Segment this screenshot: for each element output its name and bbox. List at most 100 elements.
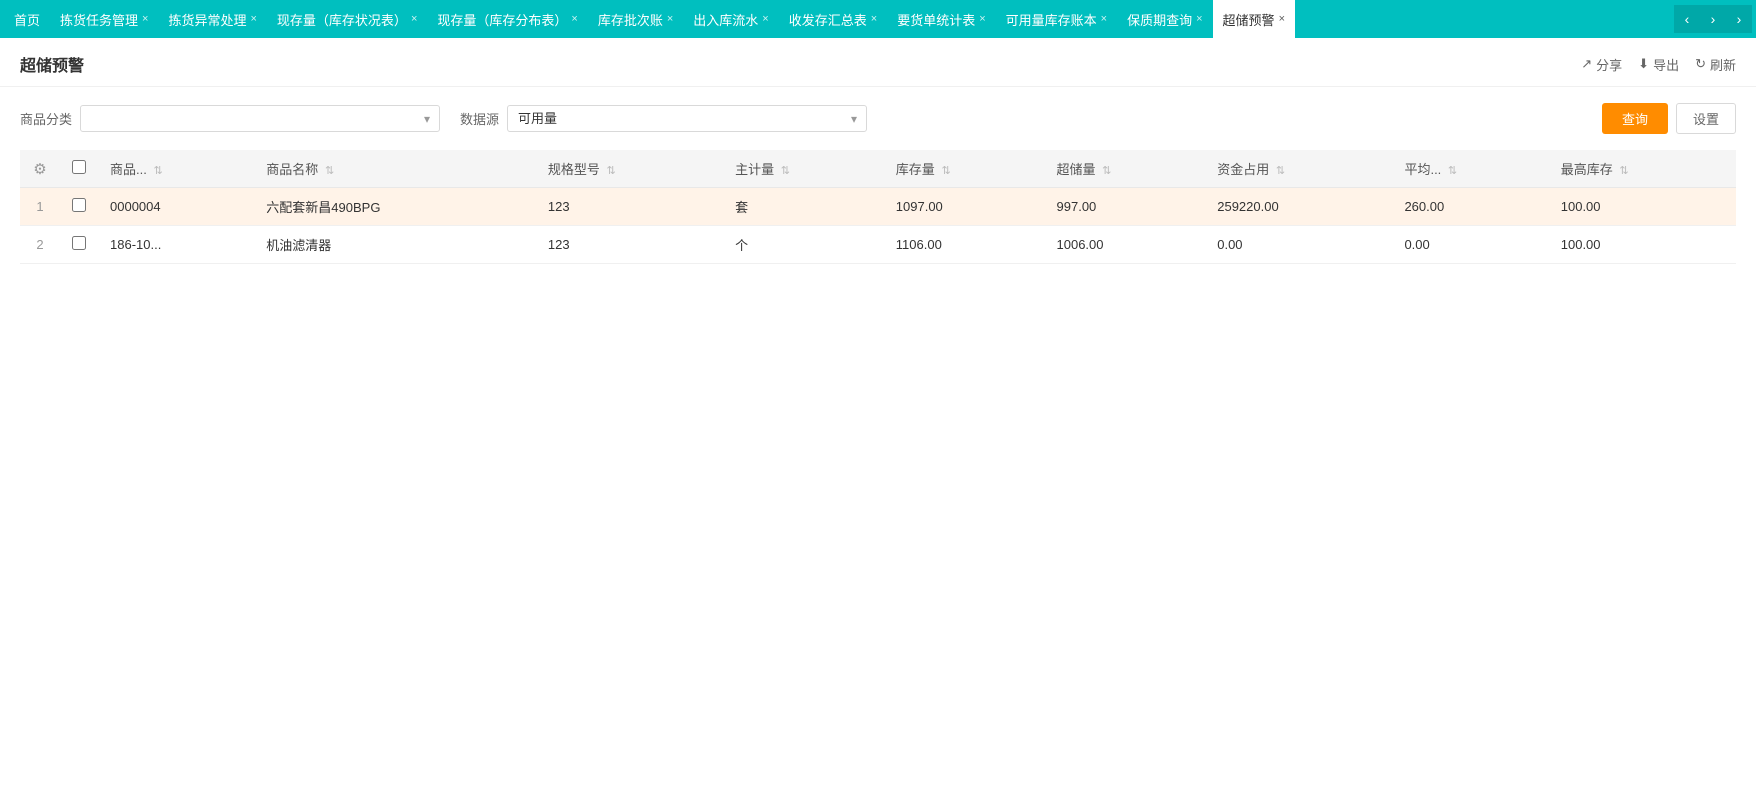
cell-product-code: 186-10... — [98, 226, 254, 264]
datasource-select-wrapper: 可用量 ▾ — [507, 105, 867, 132]
category-select-wrapper: ▾ — [80, 105, 440, 132]
nav-tab-collect-summary[interactable]: 收发存汇总表 × — [779, 0, 887, 38]
col-header-gear: ⚙ — [20, 150, 60, 188]
page-header: 超储预警 ↗ 分享 ⬇ 导出 ↻ 刷新 — [0, 38, 1756, 87]
cell-inventory: 1106.00 — [884, 226, 1045, 264]
sort-icon: ⇅ — [1276, 165, 1285, 177]
cell-max-stock: 100.00 — [1549, 226, 1736, 264]
nav-tab-abnormal[interactable]: 拣货异常处理 × — [158, 0, 266, 38]
close-icon[interactable]: × — [871, 13, 877, 25]
cell-capital-usage: 0.00 — [1205, 226, 1392, 264]
close-icon[interactable]: × — [411, 13, 417, 25]
data-table: ⚙ 商品... ⇅ 商品名称 ⇅ 规格型号 ⇅ — [20, 150, 1736, 264]
row-checkbox-cell — [60, 188, 98, 226]
category-select[interactable] — [80, 105, 440, 132]
cell-avg: 0.00 — [1392, 226, 1548, 264]
close-icon[interactable]: × — [762, 13, 768, 25]
sort-icon: ⇅ — [153, 165, 162, 177]
cell-spec: 123 — [536, 188, 723, 226]
sort-icon: ⇅ — [607, 165, 616, 177]
cell-spec: 123 — [536, 226, 723, 264]
nav-tab-quality-period[interactable]: 保质期查询 × — [1117, 0, 1212, 38]
sort-icon: ⇅ — [1102, 165, 1111, 177]
nav-tab-batch-account[interactable]: 库存批次账 × — [588, 0, 683, 38]
refresh-button[interactable]: ↻ 刷新 — [1695, 55, 1736, 74]
page-title: 超储预警 — [20, 52, 84, 76]
col-header-product-name[interactable]: 商品名称 ⇅ — [254, 150, 536, 188]
category-label: 商品分类 — [20, 109, 72, 128]
cell-over-storage: 997.00 — [1045, 188, 1206, 226]
row-checkbox[interactable] — [72, 236, 86, 250]
nav-arrows: ‹ › › — [1674, 5, 1752, 33]
cell-capital-usage: 259220.00 — [1205, 188, 1392, 226]
header-actions: ↗ 分享 ⬇ 导出 ↻ 刷新 — [1581, 55, 1736, 74]
col-header-over-storage[interactable]: 超储量 ⇅ — [1045, 150, 1206, 188]
cell-max-stock: 100.00 — [1549, 188, 1736, 226]
nav-more-button[interactable]: › — [1726, 5, 1752, 33]
share-icon: ↗ — [1581, 56, 1592, 72]
table-container: ⚙ 商品... ⇅ 商品名称 ⇅ 规格型号 ⇅ — [0, 150, 1756, 264]
close-icon[interactable]: × — [250, 13, 256, 25]
nav-tab-inout-flow[interactable]: 出入库流水 × — [683, 0, 778, 38]
refresh-icon: ↻ — [1695, 56, 1706, 72]
close-icon[interactable]: × — [142, 13, 148, 25]
datasource-select[interactable]: 可用量 — [507, 105, 867, 132]
nav-tab-home[interactable]: 首页 — [4, 0, 50, 38]
close-icon[interactable]: × — [1101, 13, 1107, 25]
cell-over-storage: 1006.00 — [1045, 226, 1206, 264]
share-button[interactable]: ↗ 分享 — [1581, 55, 1622, 74]
nav-tab-order-stats[interactable]: 要货单统计表 × — [887, 0, 995, 38]
query-button[interactable]: 查询 — [1602, 103, 1668, 134]
page-content: 超储预警 ↗ 分享 ⬇ 导出 ↻ 刷新 商品分类 ▾ — [0, 38, 1756, 800]
settings-button[interactable]: 设置 — [1676, 103, 1736, 134]
row-index: 2 — [20, 226, 60, 264]
col-header-max-stock[interactable]: 最高库存 ⇅ — [1549, 150, 1736, 188]
table-row: 2 186-10... 机油滤清器 123 个 1106.00 1006.00 … — [20, 226, 1736, 264]
cell-unit: 套 — [723, 188, 884, 226]
cell-product-name: 机油滤清器 — [254, 226, 536, 264]
col-header-checkbox — [60, 150, 98, 188]
nav-tab-inventory-dist[interactable]: 现存量（库存分布表） × — [427, 0, 587, 38]
row-checkbox[interactable] — [72, 198, 86, 212]
sort-icon: ⇅ — [1619, 165, 1628, 177]
table-header-row: ⚙ 商品... ⇅ 商品名称 ⇅ 规格型号 ⇅ — [20, 150, 1736, 188]
col-header-product-code[interactable]: 商品... ⇅ — [98, 150, 254, 188]
filter-bar: 商品分类 ▾ 数据源 可用量 ▾ 查询 设置 — [0, 87, 1756, 150]
gear-icon[interactable]: ⚙ — [33, 161, 46, 178]
table-row: 1 0000004 六配套新昌490BPG 123 套 1097.00 997.… — [20, 188, 1736, 226]
nav-tab-over-storage[interactable]: 超储预警 × — [1213, 0, 1295, 38]
col-header-inventory[interactable]: 库存量 ⇅ — [884, 150, 1045, 188]
close-icon[interactable]: × — [1279, 13, 1285, 25]
nav-tab-available-ledger[interactable]: 可用量库存账本 × — [996, 0, 1117, 38]
top-nav: 首页 拣货任务管理 × 拣货异常处理 × 现存量（库存状况表） × 现存量（库存… — [0, 0, 1756, 38]
nav-tab-inventory-status[interactable]: 现存量（库存状况表） × — [267, 0, 427, 38]
sort-icon: ⇅ — [1448, 165, 1457, 177]
export-icon: ⬇ — [1638, 56, 1649, 72]
table-body: 1 0000004 六配套新昌490BPG 123 套 1097.00 997.… — [20, 188, 1736, 264]
col-header-unit[interactable]: 主计量 ⇅ — [723, 150, 884, 188]
row-checkbox-cell — [60, 226, 98, 264]
filter-actions: 查询 设置 — [1602, 103, 1736, 134]
nav-next-button[interactable]: › — [1700, 5, 1726, 33]
cell-inventory: 1097.00 — [884, 188, 1045, 226]
sort-icon: ⇅ — [781, 165, 790, 177]
nav-prev-button[interactable]: ‹ — [1674, 5, 1700, 33]
cell-product-name: 六配套新昌490BPG — [254, 188, 536, 226]
export-button[interactable]: ⬇ 导出 — [1638, 55, 1679, 74]
close-icon[interactable]: × — [979, 13, 985, 25]
nav-tab-task-mgmt[interactable]: 拣货任务管理 × — [50, 0, 158, 38]
close-icon[interactable]: × — [571, 13, 577, 25]
cell-unit: 个 — [723, 226, 884, 264]
close-icon[interactable]: × — [1196, 13, 1202, 25]
datasource-label: 数据源 — [460, 109, 499, 128]
datasource-filter-group: 数据源 可用量 ▾ — [460, 105, 867, 132]
col-header-spec[interactable]: 规格型号 ⇅ — [536, 150, 723, 188]
close-icon[interactable]: × — [667, 13, 673, 25]
cell-product-code: 0000004 — [98, 188, 254, 226]
select-all-checkbox[interactable] — [72, 160, 86, 174]
category-filter-group: 商品分类 ▾ — [20, 105, 440, 132]
sort-icon: ⇅ — [325, 165, 334, 177]
col-header-capital-usage[interactable]: 资金占用 ⇅ — [1205, 150, 1392, 188]
row-index: 1 — [20, 188, 60, 226]
col-header-avg[interactable]: 平均... ⇅ — [1392, 150, 1548, 188]
